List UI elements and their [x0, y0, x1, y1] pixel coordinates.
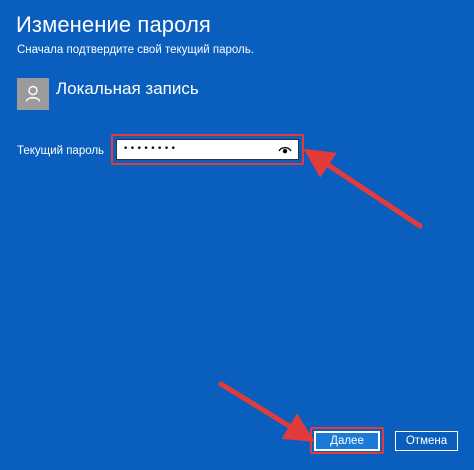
eye-icon[interactable]	[278, 145, 292, 155]
cancel-button[interactable]: Отмена	[395, 431, 458, 451]
user-icon	[17, 78, 49, 110]
current-password-label: Текущий пароль	[17, 145, 105, 157]
dialog-subtitle: Сначала подтвердите свой текущий пароль.	[17, 44, 254, 56]
next-button[interactable]: Далее	[314, 431, 380, 451]
current-password-input[interactable]: ••••••••	[116, 139, 299, 160]
annotation-arrows	[218, 148, 423, 442]
arrow-to-password-field	[303, 148, 423, 229]
dialog-title: Изменение пароля	[16, 12, 211, 37]
account-name: Локальная запись	[56, 79, 199, 98]
password-masked-value: ••••••••	[123, 144, 178, 154]
arrow-to-next-button	[218, 381, 315, 442]
